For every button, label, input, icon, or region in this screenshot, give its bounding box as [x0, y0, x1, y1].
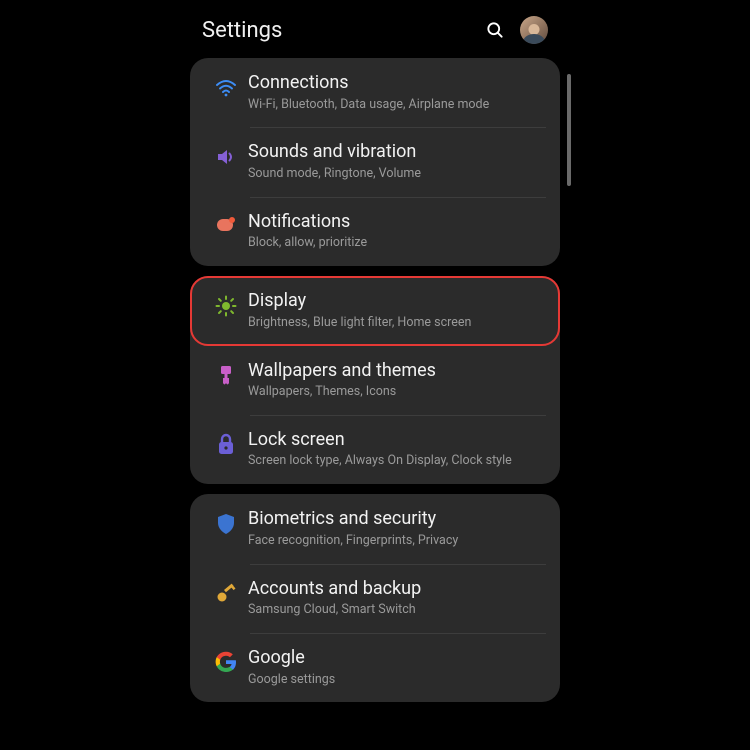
settings-item-wallpapers[interactable]: Wallpapers and themes Wallpapers, Themes… — [190, 346, 560, 415]
item-title: Biometrics and security — [248, 508, 542, 531]
item-title: Wallpapers and themes — [248, 360, 542, 383]
item-title: Display — [248, 290, 542, 313]
header-actions — [484, 16, 548, 44]
google-icon — [215, 651, 237, 673]
item-title: Accounts and backup — [248, 578, 542, 601]
item-subtitle: Wallpapers, Themes, Icons — [248, 384, 542, 401]
key-icon — [214, 582, 238, 606]
settings-item-biometrics[interactable]: Biometrics and security Face recognition… — [190, 494, 560, 563]
settings-item-display[interactable]: Display Brightness, Blue light filter, H… — [190, 276, 560, 345]
settings-item-google[interactable]: Google Google settings — [190, 633, 560, 702]
settings-item-lockscreen[interactable]: Lock screen Screen lock type, Always On … — [190, 415, 560, 484]
settings-list: Connections Wi-Fi, Bluetooth, Data usage… — [182, 58, 568, 702]
item-subtitle: Google settings — [248, 672, 542, 689]
settings-item-sounds[interactable]: Sounds and vibration Sound mode, Rington… — [190, 127, 560, 196]
settings-group: Connections Wi-Fi, Bluetooth, Data usage… — [190, 58, 560, 266]
search-button[interactable] — [484, 19, 506, 41]
item-subtitle: Screen lock type, Always On Display, Clo… — [248, 453, 542, 470]
item-title: Google — [248, 647, 542, 670]
settings-item-notifications[interactable]: Notifications Block, allow, prioritize — [190, 197, 560, 266]
settings-group: Biometrics and security Face recognition… — [190, 494, 560, 702]
header: Settings — [182, 0, 568, 58]
item-title: Notifications — [248, 211, 542, 234]
brightness-icon — [214, 294, 238, 318]
item-subtitle: Sound mode, Ringtone, Volume — [248, 166, 542, 183]
item-subtitle: Wi-Fi, Bluetooth, Data usage, Airplane m… — [248, 97, 542, 114]
wifi-icon — [214, 76, 238, 100]
settings-screen: Settings — [182, 0, 568, 750]
item-title: Lock screen — [248, 429, 542, 452]
lock-icon — [215, 433, 237, 457]
item-title: Connections — [248, 72, 542, 95]
notifications-icon — [214, 215, 238, 235]
scrollbar[interactable] — [567, 74, 571, 186]
search-icon — [485, 20, 505, 40]
settings-item-accounts[interactable]: Accounts and backup Samsung Cloud, Smart… — [190, 564, 560, 633]
profile-avatar[interactable] — [520, 16, 548, 44]
item-subtitle: Face recognition, Fingerprints, Privacy — [248, 533, 542, 550]
speaker-icon — [214, 145, 238, 169]
item-subtitle: Samsung Cloud, Smart Switch — [248, 602, 542, 619]
settings-group: Display Brightness, Blue light filter, H… — [190, 276, 560, 484]
page-title: Settings — [202, 18, 484, 43]
item-subtitle: Block, allow, prioritize — [248, 235, 542, 252]
shield-icon — [215, 512, 237, 536]
item-subtitle: Brightness, Blue light filter, Home scre… — [248, 315, 542, 332]
item-title: Sounds and vibration — [248, 141, 542, 164]
settings-item-connections[interactable]: Connections Wi-Fi, Bluetooth, Data usage… — [190, 58, 560, 127]
paintbrush-icon — [215, 364, 237, 388]
